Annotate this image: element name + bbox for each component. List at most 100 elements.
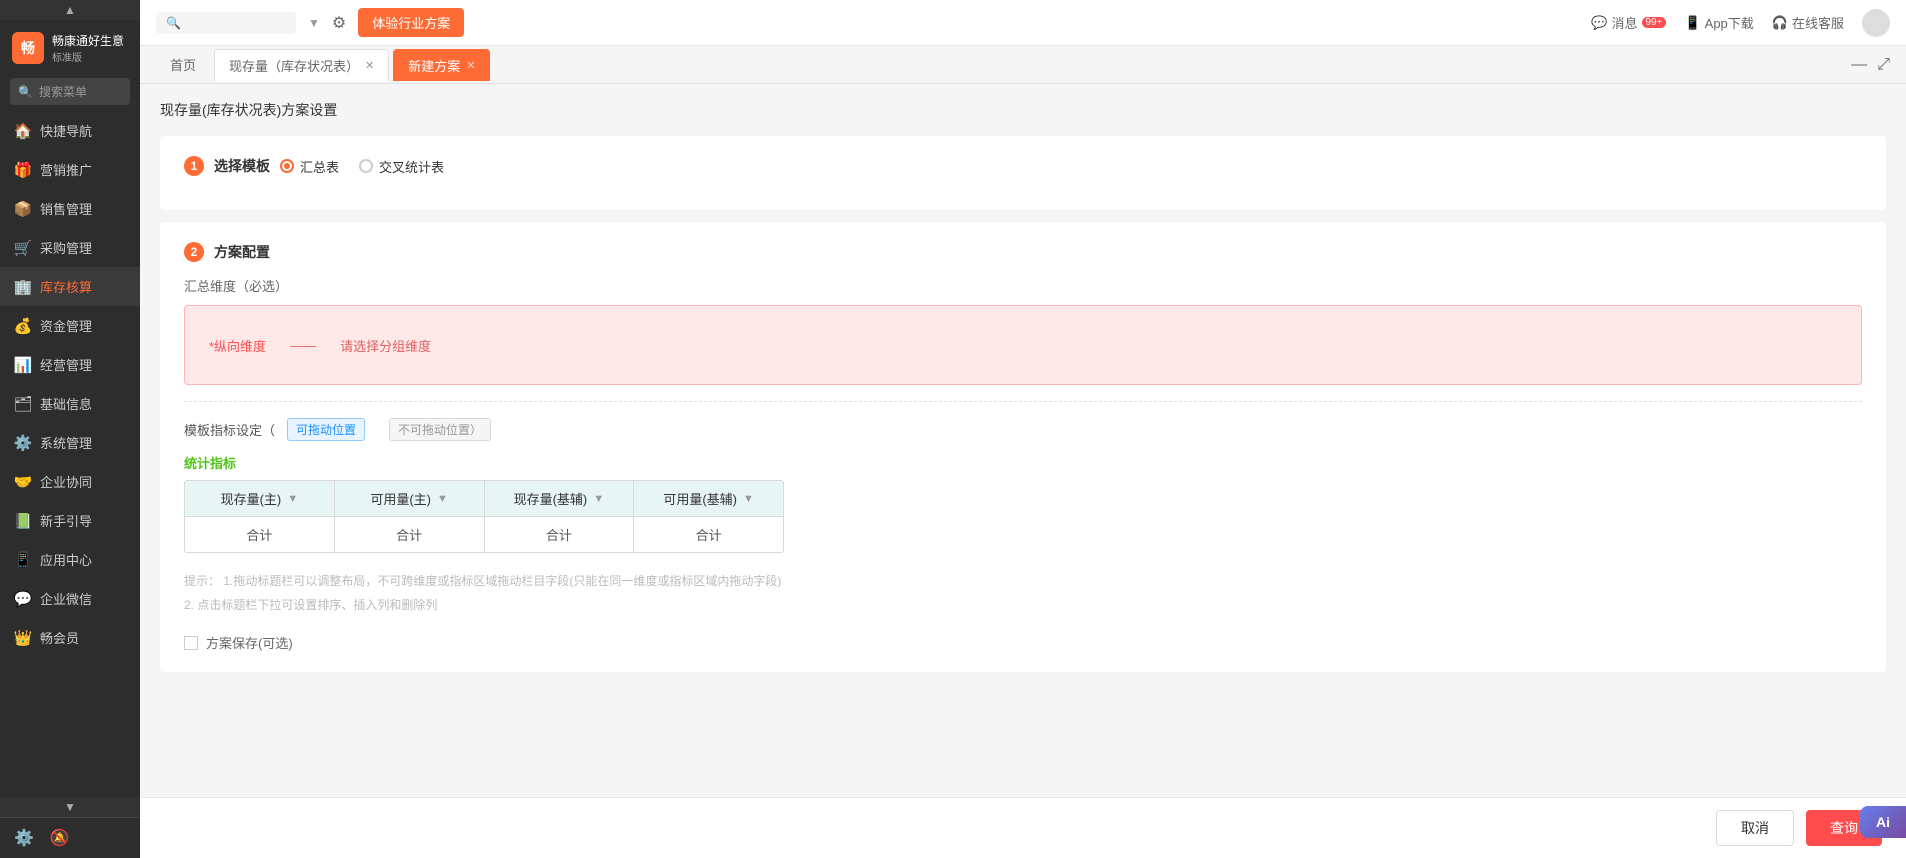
sidebar-item-operations[interactable]: 📊 经营管理 [0, 345, 140, 384]
tab-close-inventory[interactable]: ✕ [365, 59, 374, 72]
dimension-box[interactable]: *纵向维度 —— 请选择分组维度 [184, 305, 1862, 385]
stats-col-header-1[interactable]: 可用量(主) ▼ [335, 481, 484, 517]
save-option: 方案保存(可选) [184, 633, 1862, 652]
logo-text: 畅康通好生意 标准版 [52, 32, 124, 64]
content: 现存量(库存状况表)方案设置 1 选择模板 汇总表 交叉统计表 [140, 84, 1906, 797]
sidebar-item-label: 采购管理 [40, 238, 92, 257]
sidebar-item-label: 销售管理 [40, 199, 92, 218]
user-avatar[interactable] [1862, 9, 1890, 37]
minimize-icon[interactable]: — [1851, 56, 1867, 74]
sidebar-logo: 畅 畅康通好生意 标准版 [0, 20, 140, 72]
stats-col-header-0[interactable]: 现存量(主) ▼ [185, 481, 334, 517]
radio-summary-circle [280, 159, 294, 173]
sidebar-item-label: 企业微信 [40, 589, 92, 608]
section1-number: 1 [184, 156, 204, 176]
sidebar-item-newbie[interactable]: 📗 新手引导 [0, 501, 140, 540]
main: 🔍 ▼ ⚙ 体验行业方案 💬 消息 99+ 📱 App下载 🎧 在线客服 [140, 0, 1906, 858]
section1-title: 选择模板 [214, 156, 270, 176]
search-icon: 🔍 [166, 16, 181, 30]
logo-icon: 畅 [12, 32, 44, 64]
window-buttons: — ⤢ [1851, 56, 1890, 74]
sidebar-item-label: 库存核算 [40, 277, 92, 296]
sidebar-search[interactable]: 🔍 搜索菜单 [10, 78, 130, 105]
dimension-placeholder: *纵向维度 —— 请选择分组维度 [209, 336, 431, 355]
ai-button[interactable]: Ai [1860, 806, 1906, 838]
sidebar-item-wechat[interactable]: 💬 企业微信 [0, 579, 140, 618]
radio-cross[interactable]: 交叉统计表 [359, 157, 444, 176]
maximize-icon[interactable]: ⤢ [1877, 56, 1890, 74]
sidebar-item-inventory[interactable]: 🏢 库存核算 [0, 267, 140, 306]
tabbar: 首页 现存量（库存状况表） ✕ 新建方案 ✕ — ⤢ [140, 46, 1906, 84]
cart-icon: 🛒 [14, 239, 32, 257]
sidebar-item-purchase[interactable]: 🛒 采购管理 [0, 228, 140, 267]
sidebar-item-label: 经营管理 [40, 355, 92, 374]
phone-icon: 📱 [1684, 15, 1700, 31]
sidebar-item-label: 营销推广 [40, 160, 92, 179]
divider1 [184, 401, 1862, 402]
sidebar-item-label: 新手引导 [40, 511, 92, 530]
tab-new-plan[interactable]: 新建方案 ✕ [393, 49, 490, 81]
chevron-down-icon[interactable]: ▼ [287, 493, 298, 505]
message-badge: 99+ [1642, 17, 1667, 28]
sidebar-item-marketing[interactable]: 🎁 营销推广 [0, 150, 140, 189]
app-download-button[interactable]: 📱 App下载 [1684, 13, 1753, 32]
sidebar-item-apps[interactable]: 📱 应用中心 [0, 540, 140, 579]
dimension-label: 汇总维度（必选） [184, 276, 1862, 295]
chart-icon: 📊 [14, 356, 32, 374]
chat-icon: 💬 [14, 590, 32, 608]
online-service-button[interactable]: 🎧 在线客服 [1772, 13, 1844, 32]
stats-col-0: 现存量(主) ▼ 合计 [185, 481, 335, 552]
sidebar-item-shortcut[interactable]: 🏠 快捷导航 [0, 111, 140, 150]
indicator-settings: 模板指标设定（ 可拖动位置 不可拖动位置） [184, 418, 1862, 441]
tab-inventory-status[interactable]: 现存量（库存状况表） ✕ [214, 49, 389, 81]
save-checkbox[interactable] [184, 636, 198, 650]
stats-col-body-3: 合计 [634, 517, 783, 552]
sidebar-item-basic[interactable]: 🗂 基础信息 [0, 384, 140, 423]
stats-col-body-1: 合计 [335, 517, 484, 552]
topbar-search[interactable]: 🔍 [156, 12, 296, 34]
sidebar-item-sales[interactable]: 📦 销售管理 [0, 189, 140, 228]
topbar-right: 💬 消息 99+ 📱 App下载 🎧 在线客服 [1591, 9, 1890, 37]
radio-cross-circle [359, 159, 373, 173]
tips: 提示： 1.拖动标题栏可以调整布局，不可跨维度或指标区域拖动栏目字段(只能在同一… [184, 569, 1862, 617]
chevron-down-icon[interactable]: ▼ [437, 493, 448, 505]
book-icon: 📗 [14, 512, 32, 530]
settings-icon[interactable]: ⚙️ [14, 828, 34, 848]
stats-col-2: 现存量(基辅) ▼ 合计 [485, 481, 635, 552]
section2-number: 2 [184, 242, 204, 262]
tab-close-new-plan[interactable]: ✕ [466, 59, 475, 72]
topbar-dropdown[interactable]: ▼ [308, 16, 320, 30]
sidebar-scroll-up[interactable]: ▲ [0, 0, 140, 20]
headset-icon: 🎧 [1772, 15, 1788, 31]
drag-badge: 可拖动位置 [287, 418, 365, 441]
mobile-icon: 📱 [14, 551, 32, 569]
sidebar-item-corp[interactable]: 🤝 企业协同 [0, 462, 140, 501]
stats-col-1: 可用量(主) ▼ 合计 [335, 481, 485, 552]
sidebar-item-member[interactable]: 👑 畅会员 [0, 618, 140, 657]
topbar-gear[interactable]: ⚙ [332, 13, 346, 33]
sidebar-item-label: 畅会员 [40, 628, 79, 647]
tab-home[interactable]: 首页 [156, 49, 210, 81]
stats-col-header-2[interactable]: 现存量(基辅) ▼ [485, 481, 634, 517]
topbar: 🔍 ▼ ⚙ 体验行业方案 💬 消息 99+ 📱 App下载 🎧 在线客服 [140, 0, 1906, 46]
no-drag-badge: 不可拖动位置） [389, 418, 491, 441]
sidebar-item-system[interactable]: ⚙️ 系统管理 [0, 423, 140, 462]
chevron-down-icon[interactable]: ▼ [743, 493, 754, 505]
cancel-button[interactable]: 取消 [1716, 810, 1794, 846]
message-button[interactable]: 💬 消息 99+ [1591, 13, 1666, 32]
crown-icon: 👑 [14, 629, 32, 647]
sidebar-scroll-down[interactable]: ▼ [0, 797, 140, 817]
sidebar-item-finance[interactable]: 💰 资金管理 [0, 306, 140, 345]
mute-icon[interactable]: 🔕 [50, 828, 70, 848]
stats-table-header: 现存量(主) ▼ 合计 可用量(主) ▼ 合计 [185, 481, 783, 552]
gift-icon: 🎁 [14, 161, 32, 179]
trial-button[interactable]: 体验行业方案 [358, 8, 464, 37]
chevron-down-icon[interactable]: ▼ [593, 493, 604, 505]
sidebar-item-label: 企业协同 [40, 472, 92, 491]
stats-col-header-3[interactable]: 可用量(基辅) ▼ [634, 481, 783, 517]
radio-summary[interactable]: 汇总表 [280, 157, 339, 176]
folder-icon: 🗂 [14, 395, 32, 413]
sidebar-item-label: 基础信息 [40, 394, 92, 413]
handshake-icon: 🤝 [14, 473, 32, 491]
section2-title: 方案配置 [214, 242, 270, 262]
